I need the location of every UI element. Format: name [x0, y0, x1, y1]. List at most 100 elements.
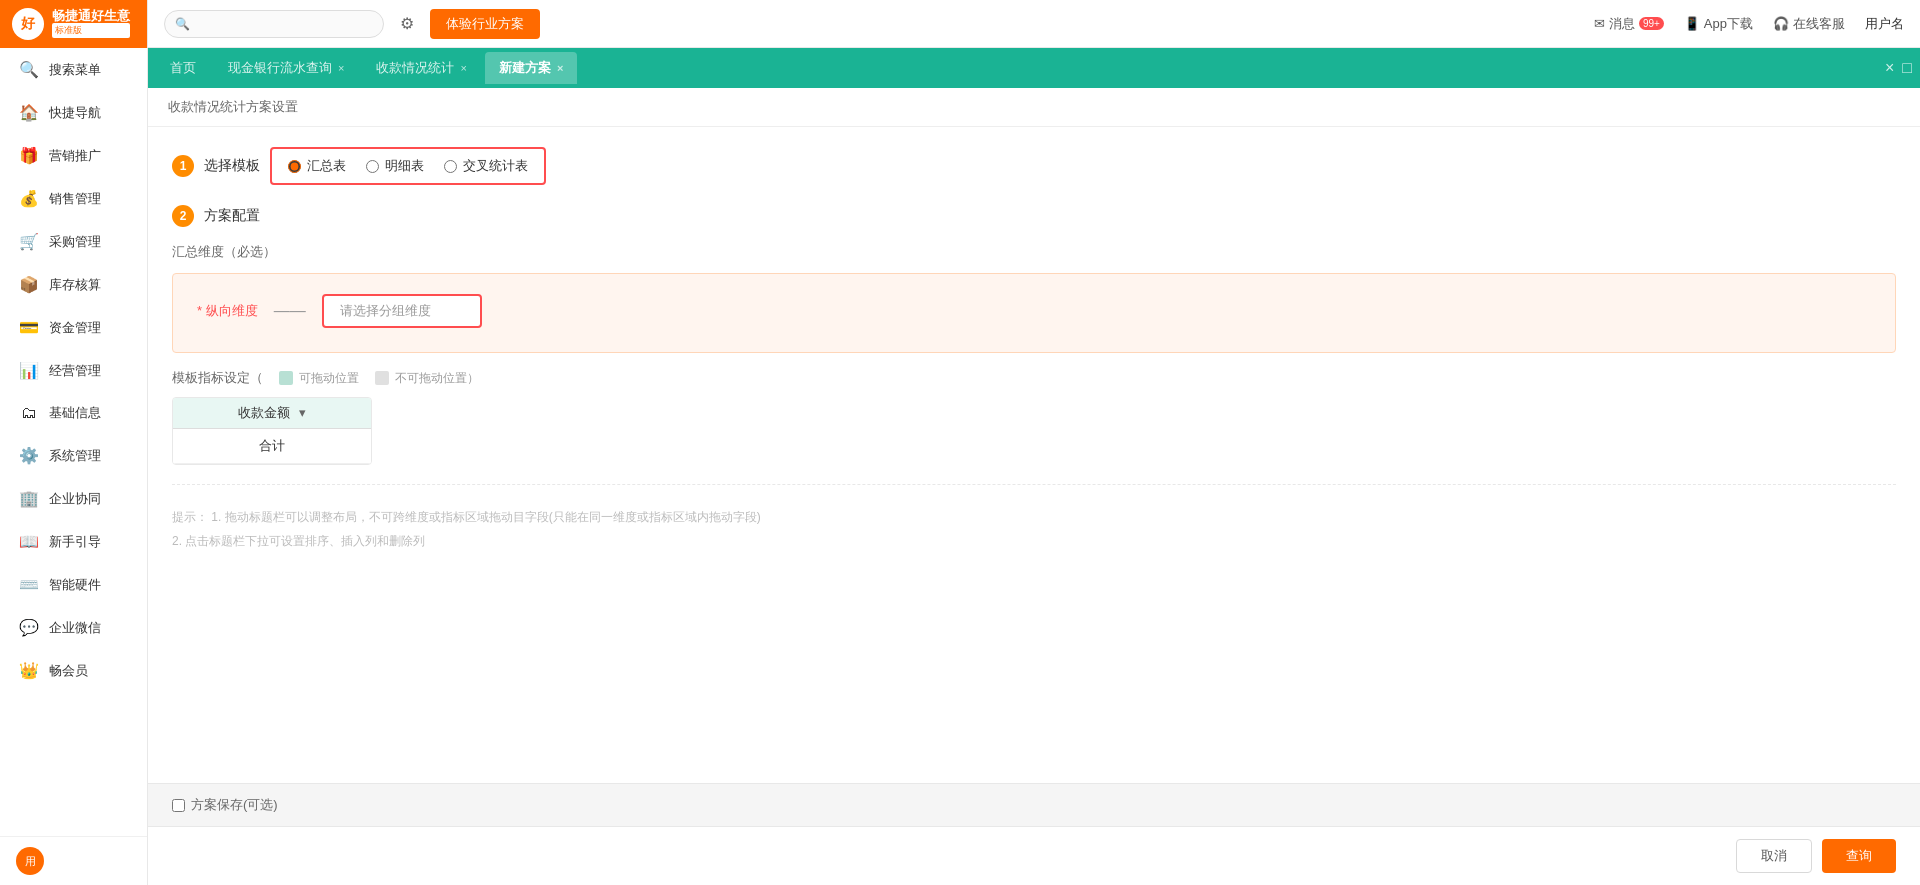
sidebar-bottom: 用 [0, 836, 147, 885]
hardware-icon: ⌨️ [19, 575, 39, 594]
radio-summary-label[interactable]: 汇总表 [307, 157, 346, 175]
sidebar-item-finance[interactable]: 💳 资金管理 [0, 306, 147, 349]
sidebar-item-system[interactable]: ⚙️ 系统管理 [0, 434, 147, 477]
app-download-label: App下载 [1704, 15, 1753, 33]
dimension-input[interactable]: 请选择分组维度 [322, 294, 482, 328]
drag-dot-icon [279, 371, 293, 385]
tab-close-new[interactable]: × [557, 62, 563, 74]
sidebar-item-label-member: 畅会员 [49, 662, 88, 680]
sidebar-item-search[interactable]: 🔍 搜索菜单 [0, 48, 147, 91]
sidebar-item-member[interactable]: 👑 畅会员 [0, 649, 147, 692]
breadcrumb: 收款情况统计方案设置 [168, 99, 298, 114]
tab-bank[interactable]: 现金银行流水查询× [214, 52, 358, 84]
search-icon: 🔍 [175, 17, 190, 31]
config-area: * 纵向维度 —— 请选择分组维度 [172, 273, 1896, 353]
close-window-icon[interactable]: × [1885, 59, 1894, 77]
logo-text: 畅捷通好生意 [52, 8, 130, 24]
main: 🔍 ⚙ 体验行业方案 ✉ 消息 99+ 📱 App下载 🎧 在线客服 用户名 首… [148, 0, 1920, 885]
template-select: 汇总表 明细表 交叉统计表 [270, 147, 546, 185]
radio-detail[interactable]: 明细表 [366, 157, 424, 175]
indicator-label-text: 模板指标设定（ [172, 369, 263, 387]
trial-button[interactable]: 体验行业方案 [430, 9, 540, 39]
content-area: 收款情况统计方案设置 1 选择模板 汇总表 明细表 [148, 88, 1920, 826]
settings-icon[interactable]: ⚙ [400, 14, 414, 33]
sidebar-item-label-system: 系统管理 [49, 447, 101, 465]
logo-badge: 标准版 [52, 23, 130, 38]
sidebar-item-marketing[interactable]: 🎁 营销推广 [0, 134, 147, 177]
radio-summary[interactable]: 汇总表 [288, 157, 346, 175]
sidebar-item-guide[interactable]: 📖 新手引导 [0, 520, 147, 563]
radio-cross-label[interactable]: 交叉统计表 [463, 157, 528, 175]
dimension-group-label: 汇总维度（必选） [172, 243, 1896, 261]
chevron-down-icon[interactable]: ▾ [299, 405, 306, 420]
sidebar-item-hardware[interactable]: ⌨️ 智能硬件 [0, 563, 147, 606]
tips-label: 提示： [172, 510, 208, 524]
operation-icon: 📊 [19, 361, 39, 380]
message-badge: 99+ [1639, 17, 1664, 30]
sidebar-item-basic[interactable]: 🗂 基础信息 [0, 392, 147, 434]
sidebar-item-label-enterprise: 企业协同 [49, 490, 101, 508]
username: 用户名 [1865, 15, 1904, 33]
search-box[interactable]: 🔍 [164, 10, 384, 38]
sidebar-item-nav[interactable]: 🏠 快捷导航 [0, 91, 147, 134]
save-checkbox-text: 方案保存(可选) [191, 796, 278, 814]
sidebar-item-label-nav: 快捷导航 [49, 104, 101, 122]
radio-cross[interactable]: 交叉统计表 [444, 157, 528, 175]
query-button[interactable]: 查询 [1822, 839, 1896, 873]
tips-section: 提示： 1. 拖动标题栏可以调整布局，不可跨维度或指标区域拖动目字段(只能在同一… [172, 505, 1896, 553]
config-section: 汇总维度（必选） * 纵向维度 —— 请选择分组维度 模板指标设定（ [172, 243, 1896, 553]
sidebar-item-label-operation: 经营管理 [49, 362, 101, 380]
save-checkbox[interactable] [172, 799, 185, 812]
tab-close-receipt[interactable]: × [460, 62, 466, 74]
guide-icon: 📖 [19, 532, 39, 551]
message-item[interactable]: ✉ 消息 99+ [1594, 15, 1664, 33]
step2-section: 2 方案配置 汇总维度（必选） * 纵向维度 —— 请选择分组维度 [172, 205, 1896, 553]
tips-title: 提示： 1. 拖动标题栏可以调整布局，不可跨维度或指标区域拖动目字段(只能在同一… [172, 505, 1896, 529]
sidebar-item-enterprise[interactable]: 🏢 企业协同 [0, 477, 147, 520]
radio-detail-input[interactable] [366, 160, 379, 173]
tab-label-receipt: 收款情况统计 [376, 59, 454, 77]
enterprise-icon: 🏢 [19, 489, 39, 508]
tabs-end: × □ [1885, 59, 1912, 77]
indicator-table-header[interactable]: 收款金额 ▾ [173, 398, 371, 429]
app-download-item[interactable]: 📱 App下载 [1684, 15, 1753, 33]
tab-label-new: 新建方案 [499, 59, 551, 77]
sidebar-item-label-basic: 基础信息 [49, 404, 101, 422]
legend-no-drag-label: 不可拖动位置） [395, 370, 479, 387]
online-service-label: 在线客服 [1793, 15, 1845, 33]
sidebar-item-label-hardware: 智能硬件 [49, 576, 101, 594]
row-label: * 纵向维度 [197, 302, 258, 320]
sidebar-item-label-wechat: 企业微信 [49, 619, 101, 637]
tab-label-home: 首页 [170, 59, 196, 77]
radio-summary-input[interactable] [288, 160, 301, 173]
sidebar-item-label-guide: 新手引导 [49, 533, 101, 551]
sidebar-item-operation[interactable]: 📊 经营管理 [0, 349, 147, 392]
search-input[interactable] [196, 17, 346, 31]
warehouse-icon: 📦 [19, 275, 39, 294]
radio-detail-label[interactable]: 明细表 [385, 157, 424, 175]
sidebar-item-label-sales: 销售管理 [49, 190, 101, 208]
sidebar-item-label-purchase: 采购管理 [49, 233, 101, 251]
sidebar-item-purchase[interactable]: 🛒 采购管理 [0, 220, 147, 263]
tab-receipt[interactable]: 收款情况统计 × [362, 52, 480, 84]
finance-icon: 💳 [19, 318, 39, 337]
sidebar-logo: 好 畅捷通好生意 标准版 [0, 0, 147, 48]
maximize-window-icon[interactable]: □ [1902, 59, 1912, 77]
action-bar: 取消 查询 [148, 826, 1920, 885]
tip2-row: 2. 点击标题栏下拉可设置排序、插入列和删除列 [172, 529, 1896, 553]
save-checkbox-label[interactable]: 方案保存(可选) [172, 796, 278, 814]
topbar-right: ✉ 消息 99+ 📱 App下载 🎧 在线客服 用户名 [1594, 15, 1904, 33]
sidebar-item-warehouse[interactable]: 📦 库存核算 [0, 263, 147, 306]
cancel-button[interactable]: 取消 [1736, 839, 1812, 873]
sidebar-item-sales[interactable]: 💰 销售管理 [0, 177, 147, 220]
radio-cross-input[interactable] [444, 160, 457, 173]
sidebar-item-label-search: 搜索菜单 [49, 61, 101, 79]
sidebar-item-wechat[interactable]: 💬 企业微信 [0, 606, 147, 649]
marketing-icon: 🎁 [19, 146, 39, 165]
tab-new[interactable]: 新建方案 × [485, 52, 577, 84]
online-service-item[interactable]: 🎧 在线客服 [1773, 15, 1845, 33]
topbar: 🔍 ⚙ 体验行业方案 ✉ 消息 99+ 📱 App下载 🎧 在线客服 用户名 [148, 0, 1920, 48]
tab-close-bank[interactable]: × [338, 62, 344, 74]
no-drag-dot-icon [375, 371, 389, 385]
tab-home[interactable]: 首页 [156, 52, 210, 84]
